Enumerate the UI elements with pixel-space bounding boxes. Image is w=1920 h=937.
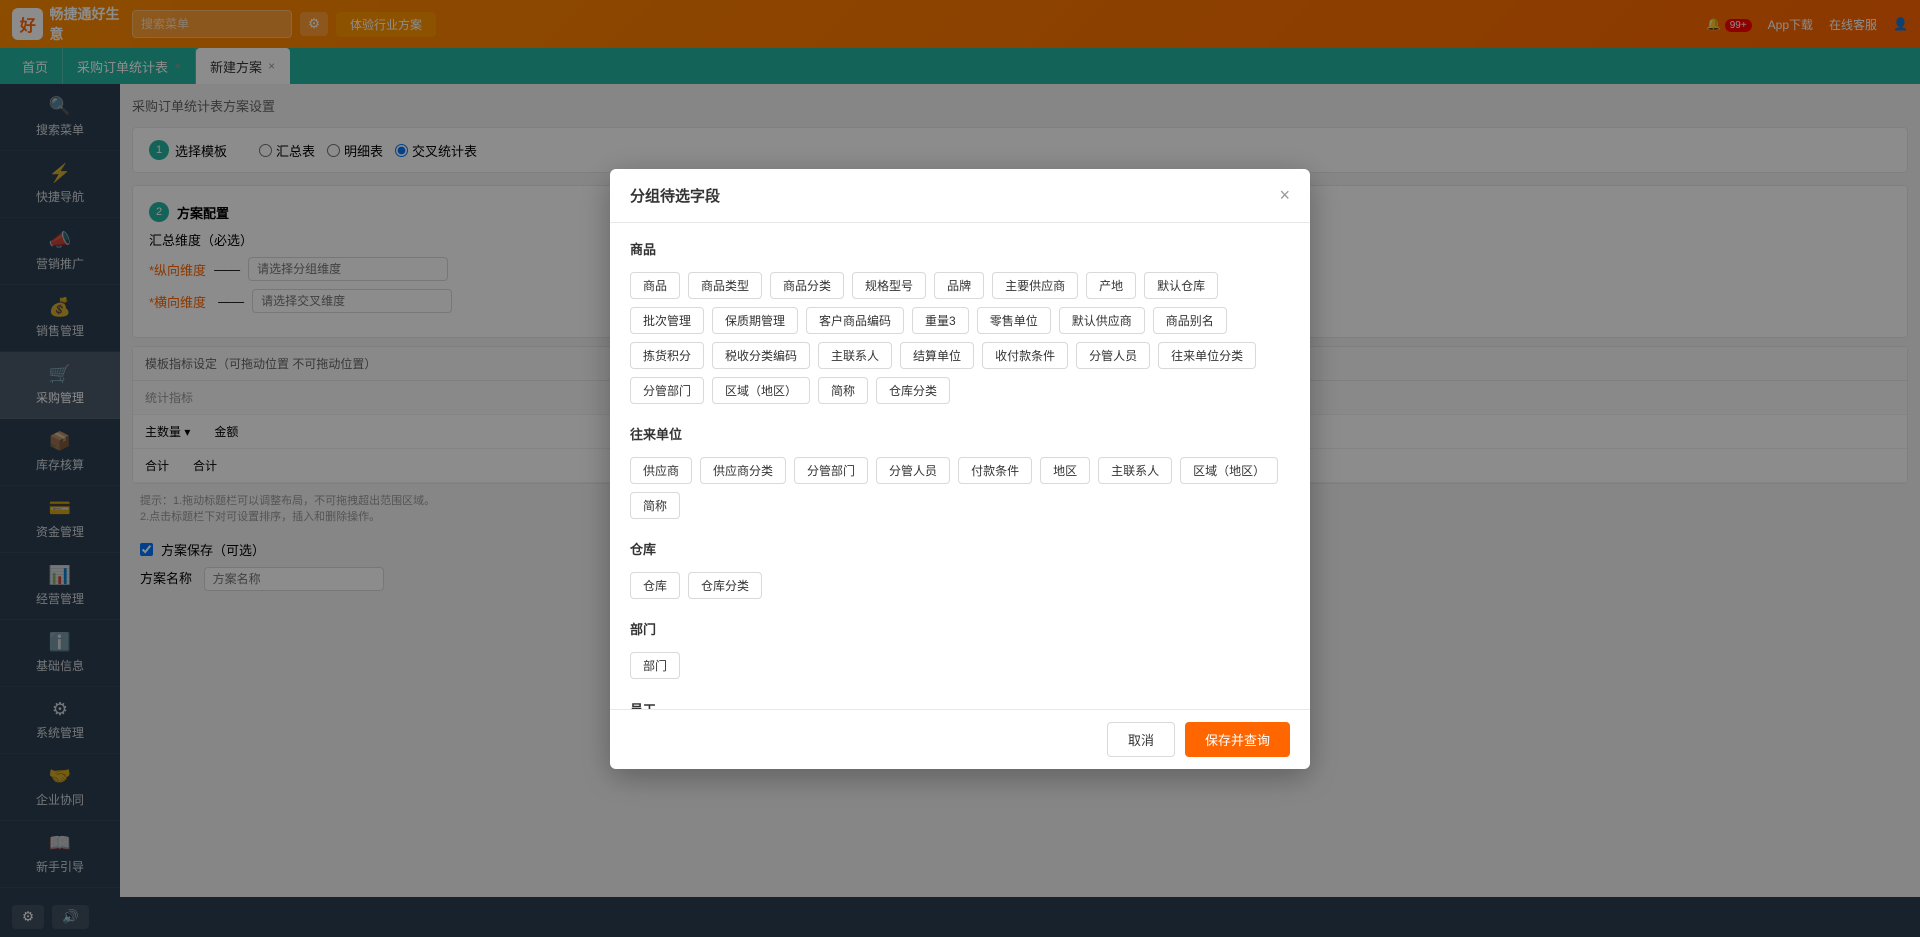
field-tag-retail-unit[interactable]: 零售单位 bbox=[977, 307, 1051, 334]
field-tag-pick-points[interactable]: 拣货积分 bbox=[630, 342, 704, 369]
field-tag-payment-cond[interactable]: 付款条件 bbox=[958, 457, 1032, 484]
modal-close-button[interactable]: × bbox=[1279, 185, 1290, 206]
field-tag-warehouse[interactable]: 仓库 bbox=[630, 572, 680, 599]
field-tag-payment-terms[interactable]: 收付款条件 bbox=[982, 342, 1068, 369]
field-tag-shelf-life[interactable]: 保质期管理 bbox=[712, 307, 798, 334]
section-warehouse: 仓库 仓库 仓库分类 bbox=[630, 539, 1290, 599]
section-trade-unit: 往来单位 供应商 供应商分类 分管部门 分管人员 付款条件 地区 主联系人 区域… bbox=[630, 424, 1290, 519]
section-trade-unit-title: 往来单位 bbox=[630, 424, 1290, 447]
field-tag-supplier-category[interactable]: 供应商分类 bbox=[700, 457, 786, 484]
field-tag-dept-manage2[interactable]: 分管部门 bbox=[794, 457, 868, 484]
field-tag-region[interactable]: 区域（地区） bbox=[712, 377, 810, 404]
section-warehouse-tags: 仓库 仓库分类 bbox=[630, 572, 1290, 599]
field-tag-supplier[interactable]: 供应商 bbox=[630, 457, 692, 484]
field-tag-product[interactable]: 商品 bbox=[630, 272, 680, 299]
field-tag-batch-mgmt[interactable]: 批次管理 bbox=[630, 307, 704, 334]
field-tag-main-supplier[interactable]: 主要供应商 bbox=[992, 272, 1078, 299]
field-tag-weight3[interactable]: 重量3 bbox=[912, 307, 969, 334]
field-tag-main-contact[interactable]: 主联系人 bbox=[818, 342, 892, 369]
field-tag-spec-model[interactable]: 规格型号 bbox=[852, 272, 926, 299]
section-product: 商品 商品 商品类型 商品分类 规格型号 品牌 主要供应商 产地 默认仓库 批次… bbox=[630, 239, 1290, 404]
field-tag-manager-staff[interactable]: 分管人员 bbox=[1076, 342, 1150, 369]
section-department-title: 部门 bbox=[630, 619, 1290, 642]
save-query-button[interactable]: 保存并查询 bbox=[1185, 722, 1290, 757]
field-tag-warehouse-cat[interactable]: 仓库分类 bbox=[876, 377, 950, 404]
section-staff-title: 员工 bbox=[630, 699, 1290, 709]
field-tag-product-type[interactable]: 商品类型 bbox=[688, 272, 762, 299]
section-product-title: 商品 bbox=[630, 239, 1290, 262]
field-tag-department[interactable]: 部门 bbox=[630, 652, 680, 679]
field-tag-dept-manage[interactable]: 分管部门 bbox=[630, 377, 704, 404]
section-warehouse-title: 仓库 bbox=[630, 539, 1290, 562]
modal-header: 分组待选字段 × bbox=[610, 169, 1310, 223]
field-tag-default-warehouse[interactable]: 默认仓库 bbox=[1144, 272, 1218, 299]
modal-body[interactable]: 商品 商品 商品类型 商品分类 规格型号 品牌 主要供应商 产地 默认仓库 批次… bbox=[610, 223, 1310, 709]
section-staff: 员工 业务员 bbox=[630, 699, 1290, 709]
cancel-button[interactable]: 取消 bbox=[1107, 722, 1175, 757]
section-department: 部门 部门 bbox=[630, 619, 1290, 679]
section-trade-unit-tags: 供应商 供应商分类 分管部门 分管人员 付款条件 地区 主联系人 区域（地区） … bbox=[630, 457, 1290, 519]
field-tag-main-contact2[interactable]: 主联系人 bbox=[1098, 457, 1172, 484]
field-tag-default-supplier[interactable]: 默认供应商 bbox=[1059, 307, 1145, 334]
field-tag-brand[interactable]: 品牌 bbox=[934, 272, 984, 299]
field-tag-area[interactable]: 地区 bbox=[1040, 457, 1090, 484]
field-tag-product-alias[interactable]: 商品别名 bbox=[1153, 307, 1227, 334]
field-tag-manager-staff2[interactable]: 分管人员 bbox=[876, 457, 950, 484]
field-tag-trade-unit-category[interactable]: 往来单位分类 bbox=[1158, 342, 1256, 369]
field-tag-short-name2[interactable]: 简称 bbox=[630, 492, 680, 519]
section-product-tags: 商品 商品类型 商品分类 规格型号 品牌 主要供应商 产地 默认仓库 批次管理 … bbox=[630, 272, 1290, 404]
field-tag-short-name[interactable]: 简称 bbox=[818, 377, 868, 404]
field-tag-tax-code[interactable]: 税收分类编码 bbox=[712, 342, 810, 369]
field-tag-region2[interactable]: 区域（地区） bbox=[1180, 457, 1278, 484]
modal-footer: 取消 保存并查询 bbox=[610, 709, 1310, 769]
field-selection-modal: 分组待选字段 × 商品 商品 商品类型 商品分类 规格型号 品牌 主要供应商 产… bbox=[610, 169, 1310, 769]
field-tag-warehouse-category[interactable]: 仓库分类 bbox=[688, 572, 762, 599]
field-tag-customer-code[interactable]: 客户商品编码 bbox=[806, 307, 904, 334]
modal-overlay: 分组待选字段 × 商品 商品 商品类型 商品分类 规格型号 品牌 主要供应商 产… bbox=[0, 0, 1920, 937]
field-tag-origin[interactable]: 产地 bbox=[1086, 272, 1136, 299]
section-department-tags: 部门 bbox=[630, 652, 1290, 679]
field-tag-settlement-unit[interactable]: 结算单位 bbox=[900, 342, 974, 369]
modal-title: 分组待选字段 bbox=[630, 185, 720, 206]
field-tag-product-category[interactable]: 商品分类 bbox=[770, 272, 844, 299]
